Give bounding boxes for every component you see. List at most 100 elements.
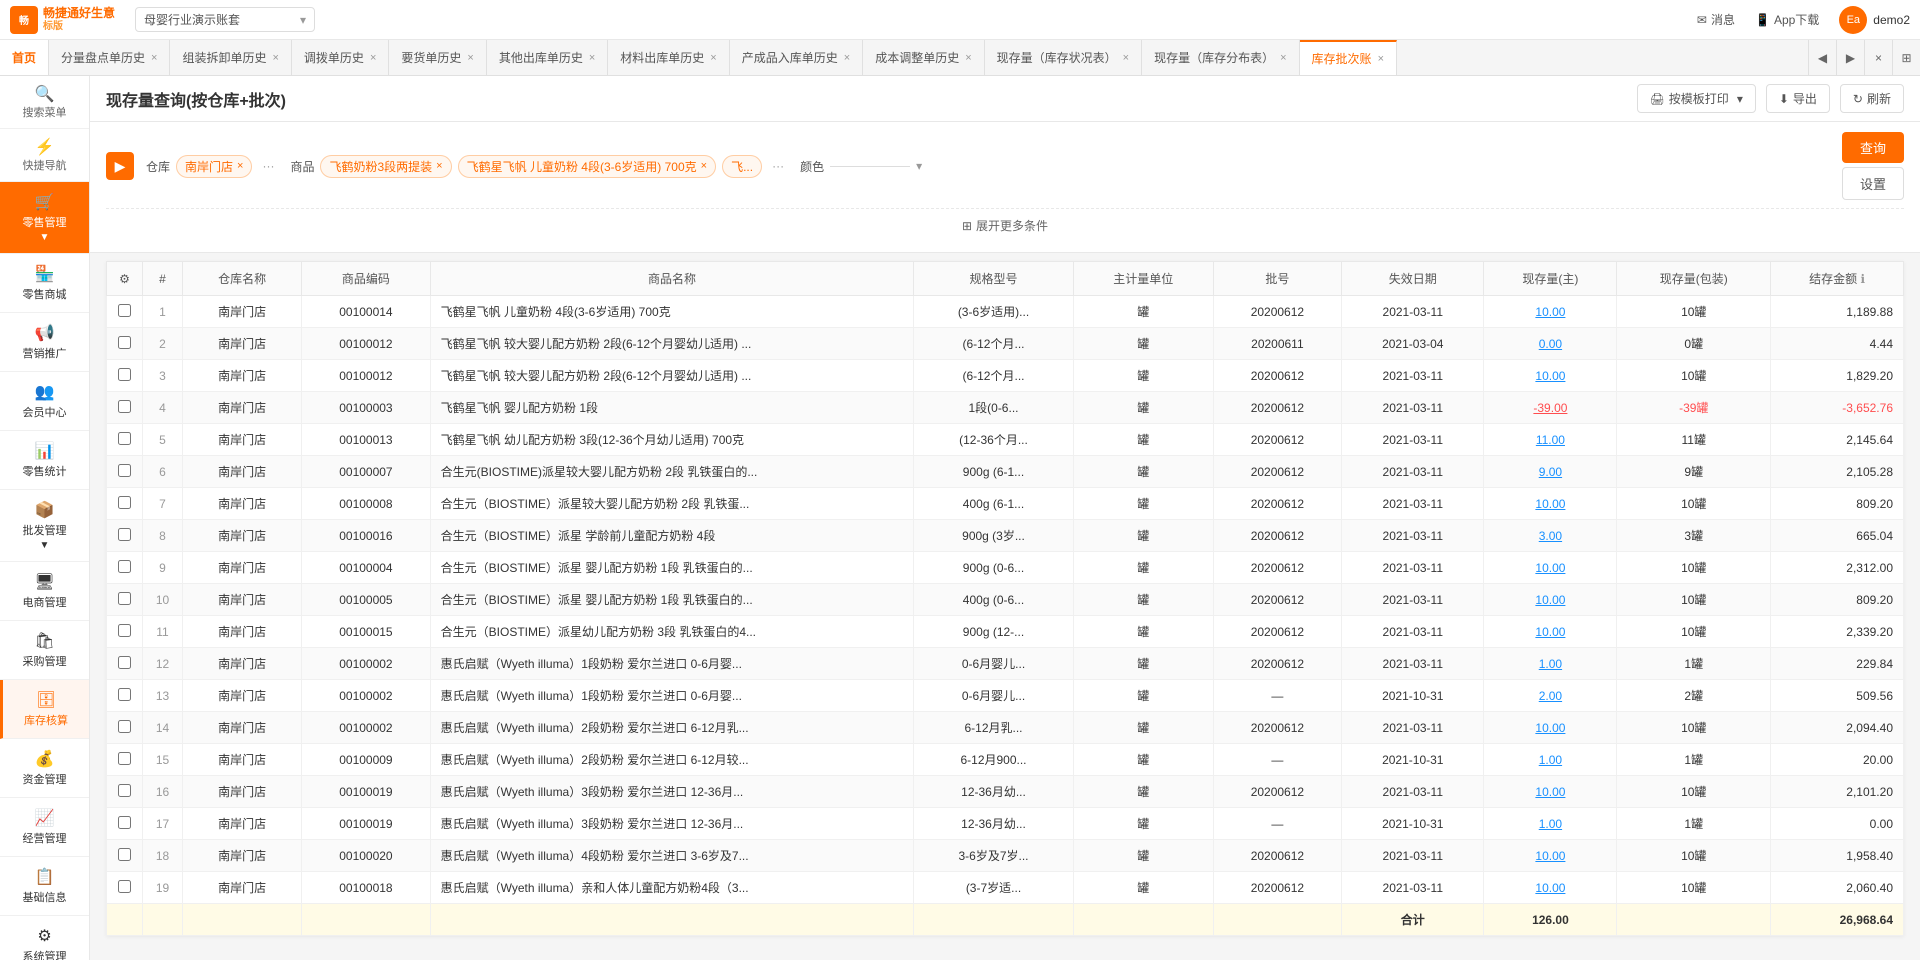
row-checkbox[interactable] — [118, 304, 131, 317]
th-settings[interactable]: ⚙ — [107, 262, 143, 296]
row-checkbox[interactable] — [118, 592, 131, 605]
sidebar-item-retail-store[interactable]: 🏪 零售商城 — [0, 254, 89, 313]
tab-batch-ledger[interactable]: 库存批次账 × — [1300, 40, 1397, 76]
tab-split-history[interactable]: 分量盘点单历史 × — [49, 40, 170, 76]
sidebar-item-ecommerce[interactable]: 🖥 电商管理 — [0, 562, 89, 621]
row-checkbox[interactable] — [118, 336, 131, 349]
filter-expand-btn[interactable]: ▶ — [106, 152, 134, 180]
cell-stock-main[interactable]: 1.00 — [1484, 808, 1617, 840]
workspace-selector[interactable]: 母婴行业演示账套 ▾ — [135, 7, 315, 32]
cell-stock-main[interactable]: 10.00 — [1484, 584, 1617, 616]
sidebar-item-retail-stats[interactable]: 📊 零售统计 — [0, 431, 89, 490]
tab-cost-adjust[interactable]: 成本调整单历史 × — [863, 40, 984, 76]
sidebar-quick-nav[interactable]: ⚡ 快捷导航 — [0, 129, 89, 182]
sidebar-item-wholesale[interactable]: 📦 批发管理 ▼ — [0, 490, 89, 562]
tab-close-req[interactable]: × — [467, 52, 473, 64]
row-checkbox[interactable] — [118, 464, 131, 477]
sidebar-item-inventory[interactable]: 🗄 库存核算 — [0, 680, 89, 739]
tab-close-cost[interactable]: × — [965, 52, 971, 64]
message-button[interactable]: ✉ 消息 — [1697, 11, 1735, 28]
row-checkbox[interactable] — [118, 720, 131, 733]
tab-close-disassemble[interactable]: × — [272, 52, 278, 64]
color-dropdown-icon[interactable]: ▾ — [916, 159, 922, 173]
tab-disassemble[interactable]: 组装拆卸单历史 × — [170, 40, 291, 76]
sidebar-item-basic[interactable]: 📋 基础信息 — [0, 857, 89, 916]
cell-stock-main[interactable]: 10.00 — [1484, 776, 1617, 808]
warehouse-tag-close[interactable]: × — [237, 160, 243, 172]
cell-stock-main[interactable]: 9.00 — [1484, 456, 1617, 488]
filter-more-btn[interactable]: ⊞ 展开更多条件 — [950, 213, 1060, 238]
tab-close-prod-in[interactable]: × — [844, 52, 850, 64]
row-checkbox[interactable] — [118, 816, 131, 829]
tab-close-inv-dist[interactable]: × — [1280, 52, 1286, 64]
product-tag1-close[interactable]: × — [436, 160, 442, 172]
product-more-btn[interactable]: ··· — [768, 159, 788, 173]
sidebar-item-finance[interactable]: 💰 资金管理 — [0, 739, 89, 798]
row-checkbox[interactable] — [118, 784, 131, 797]
cell-stock-main[interactable]: 1.00 — [1484, 648, 1617, 680]
row-checkbox[interactable] — [118, 496, 131, 509]
product-tag2[interactable]: 飞鹤星飞帆 儿童奶粉 4段(3-6岁适用) 700克 × — [458, 155, 716, 178]
tab-close-other-out[interactable]: × — [589, 52, 595, 64]
query-button[interactable]: 查询 — [1842, 132, 1904, 163]
warehouse-more-btn[interactable]: ··· — [258, 159, 278, 173]
tab-close-all-btn[interactable]: × — [1864, 40, 1892, 76]
row-checkbox[interactable] — [118, 432, 131, 445]
row-checkbox[interactable] — [118, 528, 131, 541]
cell-stock-main[interactable]: 10.00 — [1484, 360, 1617, 392]
tab-mix[interactable]: 调拨单历史 × — [292, 40, 389, 76]
product-tag1[interactable]: 飞鹤奶粉3段两提装 × — [320, 155, 451, 178]
app-download-button[interactable]: 📱 App下载 — [1755, 11, 1819, 28]
tab-other-out[interactable]: 其他出库单历史 × — [487, 40, 608, 76]
tab-close-batch[interactable]: × — [1378, 53, 1384, 65]
sidebar-item-purchase[interactable]: 🛍 采购管理 — [0, 621, 89, 680]
cell-stock-main[interactable]: 10.00 — [1484, 840, 1617, 872]
sidebar-item-member[interactable]: 👥 会员中心 — [0, 372, 89, 431]
cell-stock-main[interactable]: 3.00 — [1484, 520, 1617, 552]
tab-menu-btn[interactable]: ⊞ — [1892, 40, 1920, 76]
cell-stock-main[interactable]: 10.00 — [1484, 712, 1617, 744]
row-checkbox[interactable] — [118, 880, 131, 893]
cell-stock-main[interactable]: 10.00 — [1484, 296, 1617, 328]
cell-stock-main[interactable]: 10.00 — [1484, 872, 1617, 904]
tab-close-inv-status[interactable]: × — [1123, 52, 1129, 64]
tab-material-out[interactable]: 材料出库单历史 × — [608, 40, 729, 76]
sidebar-item-system[interactable]: ⚙ 系统管理 — [0, 916, 89, 960]
cell-stock-main[interactable]: 10.00 — [1484, 552, 1617, 584]
row-checkbox[interactable] — [118, 624, 131, 637]
cell-stock-main[interactable]: 11.00 — [1484, 424, 1617, 456]
tab-close-split[interactable]: × — [151, 52, 157, 64]
settings-button[interactable]: 设置 — [1842, 167, 1904, 200]
row-checkbox[interactable] — [118, 368, 131, 381]
column-settings-icon[interactable]: ⚙ — [119, 272, 130, 286]
row-checkbox[interactable] — [118, 752, 131, 765]
tab-next-btn[interactable]: ▶ — [1836, 40, 1864, 76]
tab-inv-status[interactable]: 现存量（库存状况表） × — [985, 40, 1142, 76]
row-checkbox[interactable] — [118, 688, 131, 701]
balance-info-icon[interactable]: ℹ — [1860, 272, 1865, 286]
print-button[interactable]: 🖨 按模板打印 ▾ — [1637, 84, 1756, 113]
cell-stock-main[interactable]: 0.00 — [1484, 328, 1617, 360]
tab-home[interactable]: 首页 — [0, 40, 49, 76]
cell-stock-main[interactable]: 10.00 — [1484, 616, 1617, 648]
tab-prev-btn[interactable]: ◀ — [1808, 40, 1836, 76]
product-tag2-close[interactable]: × — [701, 160, 707, 172]
sidebar-search[interactable]: 🔍 搜索菜单 — [0, 76, 89, 129]
row-checkbox[interactable] — [118, 400, 131, 413]
row-checkbox[interactable] — [118, 656, 131, 669]
cell-stock-main[interactable]: 10.00 — [1484, 488, 1617, 520]
tab-requisition[interactable]: 要货单历史 × — [389, 40, 486, 76]
user-area[interactable]: Ea demo2 — [1839, 6, 1910, 34]
row-checkbox[interactable] — [118, 560, 131, 573]
product-tag3[interactable]: 飞... — [722, 155, 762, 178]
cell-stock-main[interactable]: 2.00 — [1484, 680, 1617, 712]
sidebar-item-marketing[interactable]: 📢 营销推广 — [0, 313, 89, 372]
cell-stock-main[interactable]: -39.00 — [1484, 392, 1617, 424]
tab-close-mat-out[interactable]: × — [710, 52, 716, 64]
sidebar-item-operations[interactable]: 📈 经营管理 — [0, 798, 89, 857]
tab-inv-dist[interactable]: 现存量（库存分布表） × — [1142, 40, 1299, 76]
cell-stock-main[interactable]: 1.00 — [1484, 744, 1617, 776]
sidebar-item-retail[interactable]: 🛒 零售管理 ▼ — [0, 182, 89, 254]
refresh-button[interactable]: ↻ 刷新 — [1840, 84, 1904, 113]
tab-product-in[interactable]: 产成品入库单历史 × — [730, 40, 863, 76]
